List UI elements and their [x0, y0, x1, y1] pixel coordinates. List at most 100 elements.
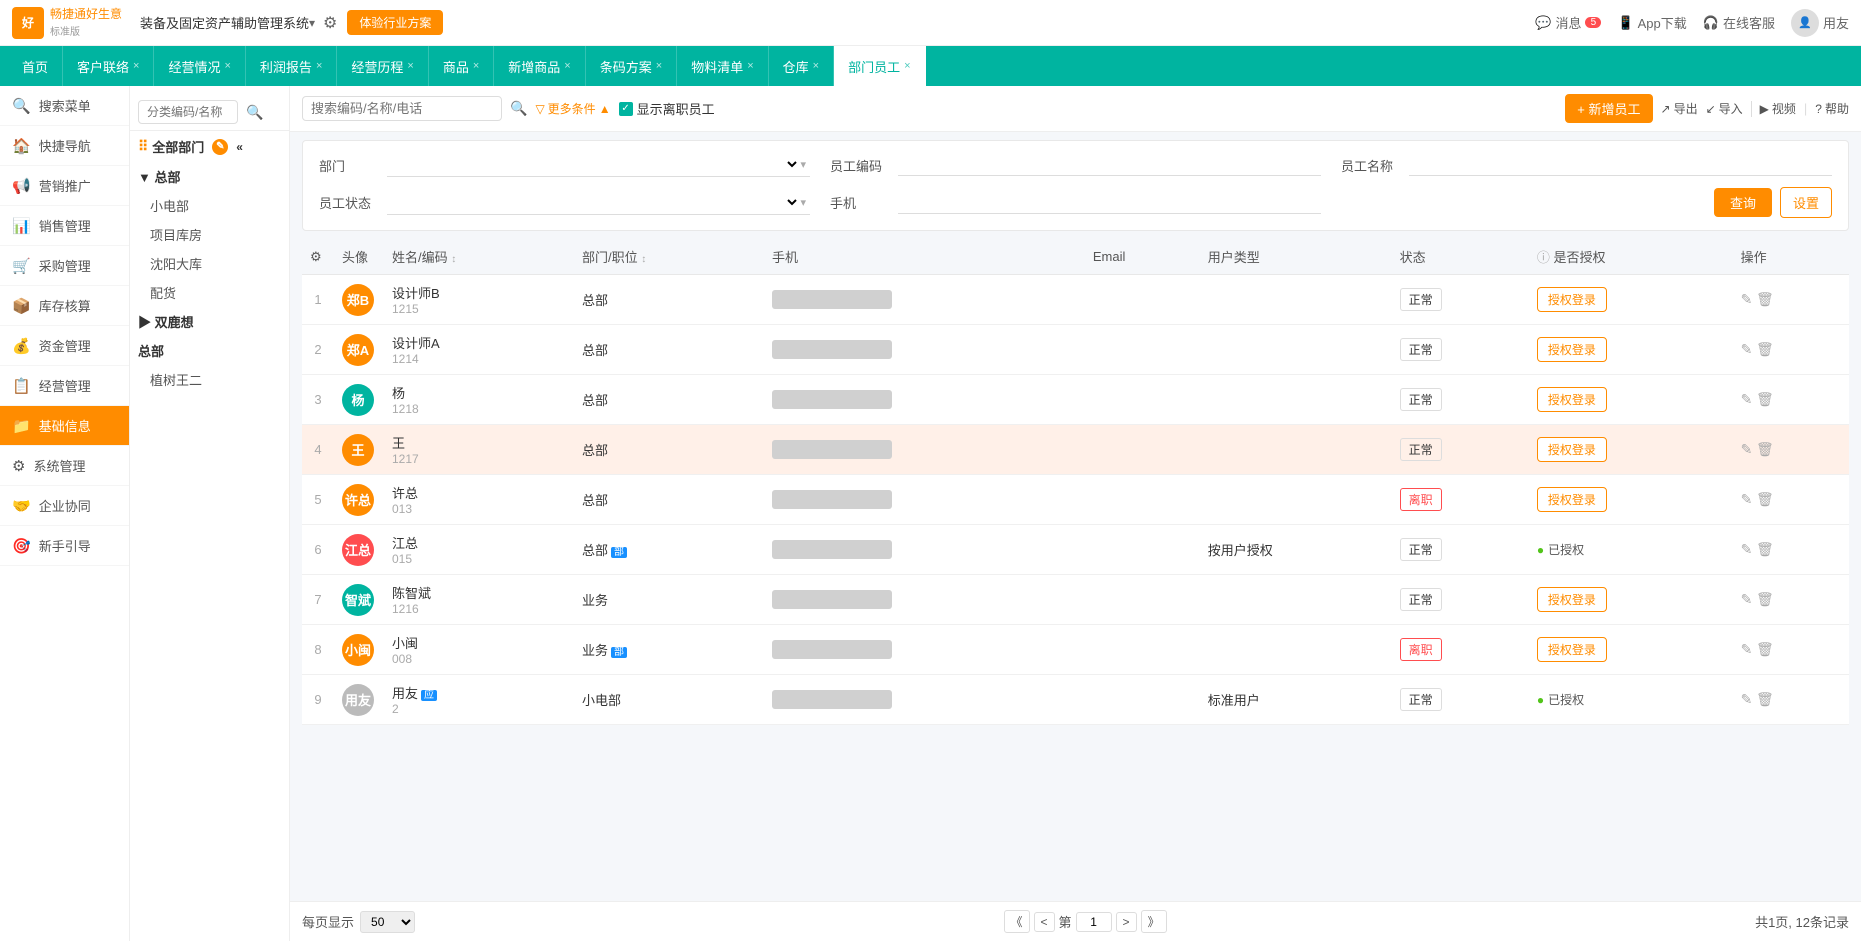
user-area[interactable]: 👤 用友	[1791, 9, 1849, 37]
edit-btn[interactable]: ✎	[1741, 291, 1753, 308]
dept-tree-item-zongbu[interactable]: 总部	[130, 336, 289, 365]
next-page-btn[interactable]: >	[1116, 912, 1137, 932]
tab-bom[interactable]: 物料清单 ×	[677, 46, 768, 86]
delete-btn[interactable]: 🗑	[1756, 291, 1774, 308]
auth-login-btn[interactable]: 授权登录	[1537, 587, 1607, 612]
edit-btn[interactable]: ✎	[1741, 491, 1753, 508]
message-btn[interactable]: 💬 消息 5	[1535, 13, 1601, 32]
sort-dept-icon[interactable]: ↕	[641, 254, 646, 265]
auth-login-btn[interactable]: 授权登录	[1537, 437, 1607, 462]
dept-tree-item-shenyang[interactable]: 沈阳大库	[130, 249, 289, 278]
delete-btn[interactable]: 🗑	[1756, 491, 1774, 508]
dept-tree-group-headquarters[interactable]: ▼ 总部	[130, 162, 289, 191]
edit-btn[interactable]: ✎	[1741, 641, 1753, 658]
dept-tree-item-xiaodian[interactable]: 小电部	[130, 191, 289, 220]
delete-btn[interactable]: 🗑	[1756, 591, 1774, 608]
tab-operation[interactable]: 经营情况 ×	[154, 46, 245, 86]
delete-btn[interactable]: 🗑	[1756, 391, 1774, 408]
dept-search-input[interactable]	[138, 100, 238, 124]
show-resigned-toggle[interactable]: ✓ 显示离职员工	[619, 99, 715, 118]
import-btn[interactable]: ↙ 导入	[1706, 100, 1743, 117]
show-resigned-checkbox[interactable]: ✓	[619, 102, 633, 116]
sidebar-item-finance[interactable]: 💰 资金管理	[0, 326, 129, 366]
filter-dept-select[interactable]	[391, 156, 800, 173]
query-button[interactable]: 查询	[1714, 188, 1772, 217]
sidebar-item-basic[interactable]: 📁 基础信息	[0, 406, 129, 446]
close-icon[interactable]: ×	[904, 60, 910, 72]
tab-customer[interactable]: 客户联络 ×	[63, 46, 154, 86]
dept-tree-group-shuanglu[interactable]: ▶ 双鹿想	[130, 307, 289, 336]
close-icon[interactable]: ×	[656, 60, 662, 72]
sidebar-item-sales[interactable]: 📊 销售管理	[0, 206, 129, 246]
auth-login-btn[interactable]: 授权登录	[1537, 487, 1607, 512]
close-icon[interactable]: ×	[747, 60, 753, 72]
delete-btn[interactable]: 🗑	[1756, 541, 1774, 558]
edit-btn[interactable]: ✎	[1741, 341, 1753, 358]
add-employee-btn[interactable]: + 新增员工	[1565, 94, 1652, 123]
video-btn[interactable]: ▶ 视频	[1760, 100, 1796, 117]
auth-login-btn[interactable]: 授权登录	[1537, 387, 1607, 412]
emp-search-button[interactable]: 🔍	[510, 100, 527, 117]
auth-login-btn[interactable]: 授权登录	[1537, 287, 1607, 312]
close-icon[interactable]: ×	[224, 60, 230, 72]
tab-warehouse[interactable]: 仓库 ×	[769, 46, 834, 86]
sidebar-item-guide[interactable]: 🎯 新手引导	[0, 526, 129, 566]
delete-btn[interactable]: 🗑	[1756, 641, 1774, 658]
delete-btn[interactable]: 🗑	[1756, 691, 1774, 708]
emp-search-input[interactable]	[302, 96, 502, 121]
page-number-input[interactable]	[1076, 912, 1112, 932]
sidebar-item-inventory[interactable]: 📦 库存核算	[0, 286, 129, 326]
sidebar-item-marketing[interactable]: 📢 营销推广	[0, 166, 129, 206]
sidebar-item-management[interactable]: 📋 经营管理	[0, 366, 129, 406]
close-icon[interactable]: ×	[473, 60, 479, 72]
filter-emp-name-input[interactable]	[1409, 154, 1832, 176]
auth-login-btn[interactable]: 授权登录	[1537, 637, 1607, 662]
auth-login-btn[interactable]: 授权登录	[1537, 337, 1607, 362]
dept-tree-item-distribution[interactable]: 配货	[130, 278, 289, 307]
filter-emp-code-input[interactable]	[898, 154, 1321, 176]
trial-button[interactable]: 体验行业方案	[347, 10, 443, 35]
export-btn[interactable]: ↗ 导出	[1661, 100, 1698, 117]
close-icon[interactable]: ×	[316, 60, 322, 72]
edit-btn[interactable]: ✎	[1741, 391, 1753, 408]
close-icon[interactable]: ×	[813, 60, 819, 72]
edit-btn[interactable]: ✎	[1741, 541, 1753, 558]
col-name-code[interactable]: 姓名/编码 ↕	[384, 239, 574, 275]
collapse-tree-btn[interactable]: «	[236, 140, 243, 154]
sidebar-item-nav[interactable]: 🏠 快捷导航	[0, 126, 129, 166]
online-service-btn[interactable]: 🎧 在线客服	[1703, 13, 1775, 32]
filter-phone-input[interactable]	[898, 192, 1321, 214]
edit-btn[interactable]: ✎	[1741, 691, 1753, 708]
page-size-select[interactable]: 50 20 100	[360, 911, 415, 933]
close-icon[interactable]: ×	[564, 60, 570, 72]
edit-btn[interactable]: ✎	[1741, 591, 1753, 608]
tab-profit[interactable]: 利润报告 ×	[246, 46, 337, 86]
sidebar-item-search[interactable]: 🔍 搜索菜单	[0, 86, 129, 126]
prev-page-btn[interactable]: <	[1034, 912, 1055, 932]
dept-tree-item-zhishu[interactable]: 植树王二	[130, 365, 289, 394]
filter-emp-status-select-wrap[interactable]: ▾	[387, 191, 810, 215]
tab-department[interactable]: 部门员工 ×	[834, 46, 925, 86]
col-dept-pos[interactable]: 部门/职位 ↕	[574, 239, 764, 275]
more-filter-btn[interactable]: ▽ 更多条件 ▲	[535, 100, 610, 117]
first-page-btn[interactable]: 《	[1004, 910, 1030, 933]
dept-search-button[interactable]: 🔍	[246, 104, 263, 121]
tab-add-goods[interactable]: 新增商品 ×	[494, 46, 585, 86]
edit-btn[interactable]: ✎	[1741, 441, 1753, 458]
tab-goods[interactable]: 商品 ×	[429, 46, 494, 86]
close-icon[interactable]: ×	[407, 60, 413, 72]
set-button[interactable]: 设置	[1780, 187, 1832, 218]
last-page-btn[interactable]: 》	[1141, 910, 1167, 933]
sidebar-item-collab[interactable]: 🤝 企业协同	[0, 486, 129, 526]
delete-btn[interactable]: 🗑	[1756, 441, 1774, 458]
dept-tree-item-project[interactable]: 项目库房	[130, 220, 289, 249]
settings-icon[interactable]: ⚙	[323, 13, 337, 33]
close-icon[interactable]: ×	[133, 60, 139, 72]
edit-dept-btn[interactable]: ✎	[212, 139, 228, 155]
system-title-dropdown[interactable]: ▾	[309, 16, 315, 30]
delete-btn[interactable]: 🗑	[1756, 341, 1774, 358]
filter-dept-select-wrap[interactable]: ▾	[387, 153, 810, 177]
help-btn[interactable]: ? 帮助	[1815, 100, 1849, 117]
sidebar-item-system[interactable]: ⚙ 系统管理	[0, 446, 129, 486]
tab-history[interactable]: 经营历程 ×	[337, 46, 428, 86]
